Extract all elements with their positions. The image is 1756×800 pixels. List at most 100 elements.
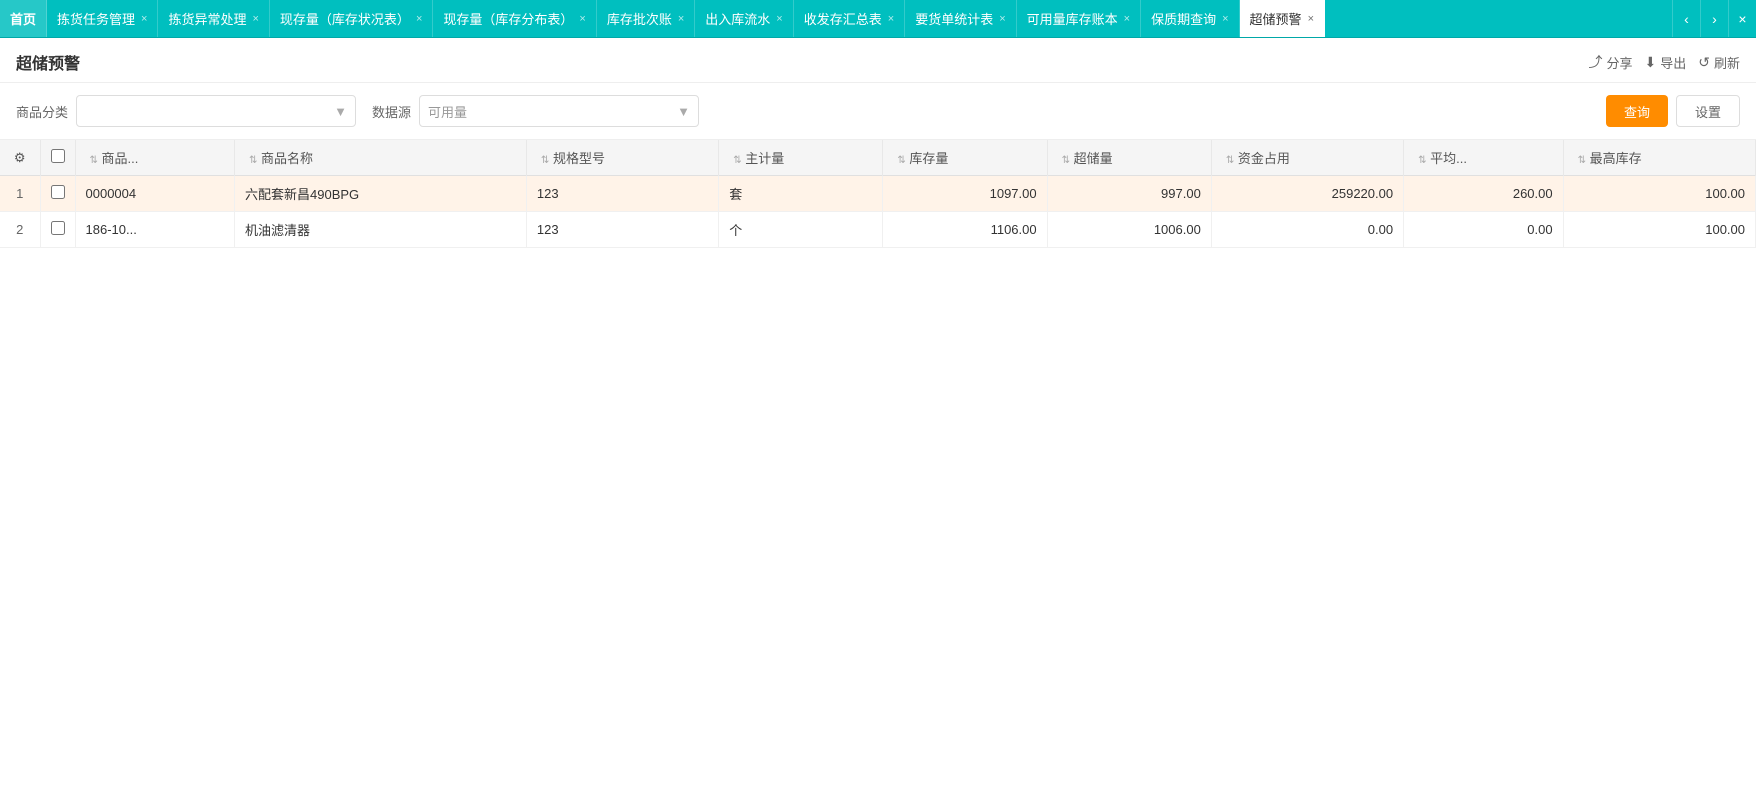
row-max-stock-1: 100.00 (1563, 176, 1755, 212)
sort-icon-stock: ⇅ (897, 155, 905, 166)
header-checkbox[interactable] (51, 149, 65, 163)
th-capital-occupy[interactable]: ⇅ 资金占用 (1211, 140, 1403, 176)
sort-icon-max: ⇅ (1578, 155, 1586, 166)
nav-close-shelf-life[interactable]: × (1222, 13, 1228, 25)
row-product-name-2: 机油滤清器 (235, 212, 527, 248)
nav-arrow-right[interactable]: › (1700, 0, 1728, 37)
row-checkbox-1[interactable] (51, 185, 65, 199)
header-actions: ⤴ 分享 ⬇ 导出 ↺ 刷新 (1588, 52, 1740, 72)
category-filter-group: 商品分类 ▼ (16, 95, 356, 127)
nav-close-available-account[interactable]: × (1124, 13, 1130, 25)
nav-item-stock-dist[interactable]: 现存量（库存分布表） × (433, 0, 596, 37)
th-max-stock[interactable]: ⇅ 最高库存 (1563, 140, 1755, 176)
nav-close-pick-task[interactable]: × (141, 13, 147, 25)
table-row: 1 0000004 六配套新昌490BPG 123 套 1097.00 997.… (0, 176, 1756, 212)
datasource-label: 数据源 (372, 102, 411, 121)
th-overstock-qty[interactable]: ⇅ 超储量 (1047, 140, 1211, 176)
th-unit[interactable]: ⇅ 主计量 (719, 140, 883, 176)
page-title: 超储预警 (16, 50, 80, 74)
row-spec-2: 123 (526, 212, 718, 248)
th-gear[interactable]: ⚙ (0, 140, 40, 176)
row-stock-qty-2: 1106.00 (883, 212, 1047, 248)
sort-icon-name: ⇅ (249, 155, 257, 166)
nav-item-shelf-life[interactable]: 保质期查询 × (1141, 0, 1239, 37)
nav-label-batch-account: 库存批次账 (607, 9, 672, 28)
th-checkbox (40, 140, 75, 176)
nav-label-shelf-life: 保质期查询 (1151, 9, 1216, 28)
sort-icon-capital: ⇅ (1226, 155, 1234, 166)
share-link[interactable]: ⤴ 分享 (1588, 52, 1632, 72)
export-link[interactable]: ⬇ 导出 (1645, 53, 1687, 72)
row-max-stock-2: 100.00 (1563, 212, 1755, 248)
sort-icon: ⇅ (90, 155, 98, 166)
table-header-row: ⚙ ⇅ 商品... ⇅ 商品名称 ⇅ 规格型号 (0, 140, 1756, 176)
query-button[interactable]: 查询 (1606, 95, 1668, 127)
datasource-dropdown-icon: ▼ (677, 104, 690, 119)
nav-label-available-account: 可用量库存账本 (1027, 9, 1118, 28)
page-content: 超储预警 ⤴ 分享 ⬇ 导出 ↺ 刷新 商品分类 ▼ 数据源 (0, 38, 1756, 800)
row-number-1: 1 (0, 176, 40, 212)
row-capital-occupy-1: 259220.00 (1211, 176, 1403, 212)
nav-item-order-stat[interactable]: 要货单统计表 × (905, 0, 1016, 37)
th-stock-qty[interactable]: ⇅ 库存量 (883, 140, 1047, 176)
nav-item-available-account[interactable]: 可用量库存账本 × (1017, 0, 1141, 37)
nav-label-home: 首页 (10, 9, 36, 28)
nav-label-pick-task: 拣货任务管理 (57, 9, 135, 28)
nav-item-summary[interactable]: 收发存汇总表 × (794, 0, 905, 37)
sort-icon-spec: ⇅ (541, 155, 549, 166)
nav-item-overstock-warning[interactable]: 超储预警 × (1240, 0, 1325, 37)
nav-label-stock-status: 现存量（库存状况表） (280, 9, 410, 28)
nav-close-stock-status[interactable]: × (416, 13, 422, 25)
row-avg-price-1: 260.00 (1404, 176, 1564, 212)
th-product-code[interactable]: ⇅ 商品... (75, 140, 235, 176)
nav-close-order-stat[interactable]: × (999, 13, 1005, 25)
category-dropdown-icon: ▼ (334, 104, 347, 119)
category-label: 商品分类 (16, 102, 68, 121)
nav-label-overstock-warning: 超储预警 (1250, 9, 1302, 28)
category-select[interactable]: ▼ (76, 95, 356, 127)
nav-close-stock-dist[interactable]: × (579, 13, 585, 25)
nav-item-stock-status[interactable]: 现存量（库存状况表） × (270, 0, 433, 37)
nav-item-pick-task[interactable]: 拣货任务管理 × (47, 0, 158, 37)
nav-arrow-left[interactable]: ‹ (1672, 0, 1700, 37)
nav-close-batch-account[interactable]: × (678, 13, 684, 25)
nav-item-inout-flow[interactable]: 出入库流水 × (695, 0, 793, 37)
row-product-code-2: 186-10... (75, 212, 235, 248)
row-stock-qty-1: 1097.00 (883, 176, 1047, 212)
nav-item-pick-exception[interactable]: 拣货异常处理 × (158, 0, 269, 37)
nav-label-pick-exception: 拣货异常处理 (168, 9, 246, 28)
row-checkbox-2[interactable] (51, 221, 65, 235)
th-product-name[interactable]: ⇅ 商品名称 (235, 140, 527, 176)
share-icon: ⤴ (1588, 52, 1602, 72)
row-checkbox-cell-1 (40, 176, 75, 212)
nav-arrow-close[interactable]: × (1728, 0, 1756, 37)
nav-item-home[interactable]: 首页 (0, 0, 47, 37)
row-overstock-qty-1: 997.00 (1047, 176, 1211, 212)
nav-close-overstock-warning[interactable]: × (1308, 13, 1314, 25)
nav-arrows: ‹ › × (1672, 0, 1756, 37)
sort-icon-overstock: ⇅ (1062, 155, 1070, 166)
row-avg-price-2: 0.00 (1404, 212, 1564, 248)
nav-label-summary: 收发存汇总表 (804, 9, 882, 28)
refresh-icon: ↺ (1698, 54, 1710, 71)
row-unit-1: 套 (719, 176, 883, 212)
datasource-select[interactable]: 可用量 ▼ (419, 95, 699, 127)
refresh-link[interactable]: ↺ 刷新 (1698, 53, 1740, 72)
row-number-2: 2 (0, 212, 40, 248)
settings-button[interactable]: 设置 (1676, 95, 1740, 127)
nav-label-stock-dist: 现存量（库存分布表） (443, 9, 573, 28)
datasource-select-value: 可用量 (428, 102, 467, 121)
top-nav: 首页 拣货任务管理 × 拣货异常处理 × 现存量（库存状况表） × 现存量（库存… (0, 0, 1756, 38)
th-spec[interactable]: ⇅ 规格型号 (526, 140, 718, 176)
export-label: 导出 (1660, 53, 1686, 72)
row-overstock-qty-2: 1006.00 (1047, 212, 1211, 248)
nav-close-inout-flow[interactable]: × (776, 13, 782, 25)
nav-close-summary[interactable]: × (888, 13, 894, 25)
nav-item-batch-account[interactable]: 库存批次账 × (597, 0, 695, 37)
nav-close-pick-exception[interactable]: × (252, 13, 258, 25)
refresh-label: 刷新 (1714, 53, 1740, 72)
export-icon: ⬇ (1645, 54, 1657, 71)
row-checkbox-cell-2 (40, 212, 75, 248)
gear-icon: ⚙ (14, 150, 26, 165)
th-avg-price[interactable]: ⇅ 平均... (1404, 140, 1564, 176)
